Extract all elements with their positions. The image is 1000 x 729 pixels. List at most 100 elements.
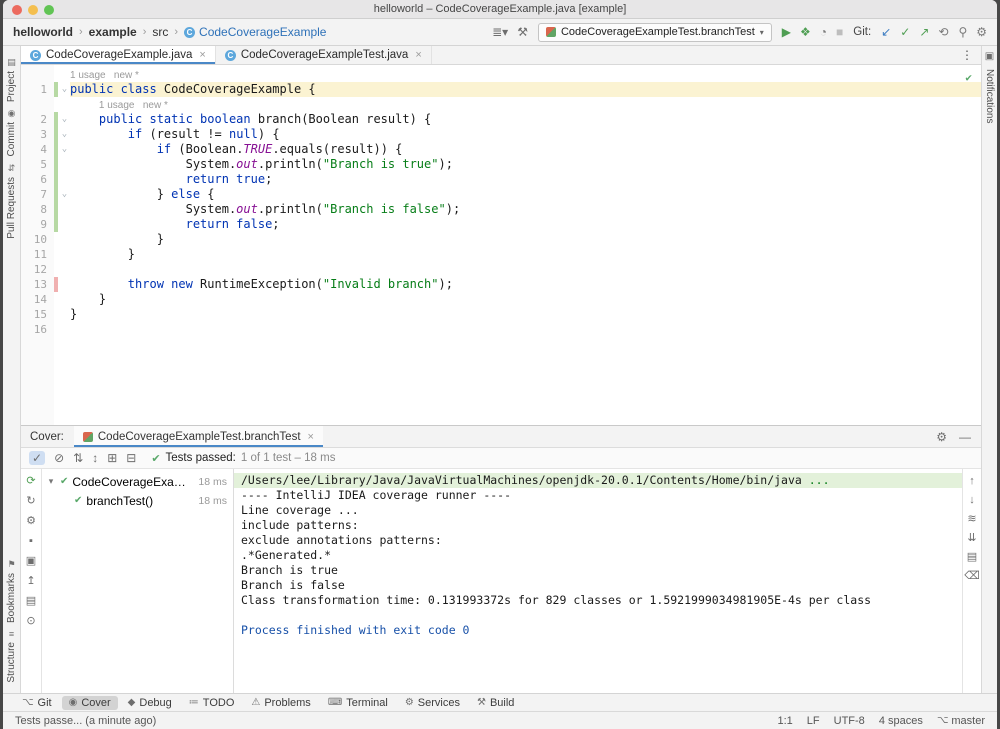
breadcrumb-item[interactable]: src (152, 25, 168, 39)
stripe-button-notifications[interactable]: Notifications (984, 69, 995, 123)
toolwindow-button-todo[interactable]: ≔TODO (182, 696, 242, 710)
editor-code-line[interactable]: 7⌄ } else { (21, 187, 981, 202)
stripe-button-bookmarks[interactable]: ⚑Bookmarks (6, 559, 17, 623)
run-configuration-select[interactable]: CodeCoverageExampleTest.branchTest ▾ (538, 23, 772, 42)
minimize-window-icon[interactable] (28, 5, 38, 15)
git-history-icon[interactable]: ⟲ (938, 26, 948, 38)
editor-inlay-row[interactable]: 1 usage new * (21, 67, 981, 82)
chevron-down-icon[interactable]: ▾ (46, 476, 56, 487)
rerun-failed-tests-icon[interactable]: ↻ (26, 496, 35, 507)
rerun-tests-icon[interactable]: ⟳ (26, 476, 35, 487)
inlay-hint[interactable]: 1 usage new * (70, 98, 168, 113)
editor-code-line[interactable]: 10 } (21, 232, 981, 247)
toolwindow-button-problems[interactable]: ⚠Problems (244, 696, 317, 710)
maximize-window-icon[interactable] (44, 5, 54, 15)
tab-options-icon[interactable]: ⋮ (953, 46, 981, 64)
editor-code-line[interactable]: 6 return true; (21, 172, 981, 187)
console-output[interactable]: /Users/lee/Library/Java/JavaVirtualMachi… (234, 469, 962, 693)
hide-panel-icon[interactable]: — (959, 431, 971, 443)
editor-code-line[interactable]: 8 System.out.println("Branch is false"); (21, 202, 981, 217)
screenshot-icon[interactable]: ▣ (26, 556, 36, 567)
editor-inlay-row[interactable]: 1 usage new * (21, 97, 981, 112)
stripe-button-structure[interactable]: ≡Structure (6, 629, 17, 683)
git-update-icon[interactable]: ↙ (881, 26, 891, 38)
test-tree-row[interactable]: ✔branchTest()18 ms (42, 491, 233, 510)
breadcrumb-item[interactable]: helloworld (13, 25, 73, 39)
inlay-hint[interactable]: 1 usage new * (70, 68, 139, 83)
editor-code-line[interactable]: 1⌄public class CodeCoverageExample { (21, 82, 981, 97)
show-passed-icon[interactable]: ✓ (29, 451, 45, 465)
fold-icon[interactable]: ⌄ (59, 112, 70, 127)
stripe-button-commit[interactable]: ◉Commit (6, 108, 17, 156)
toolwindow-button-cover[interactable]: ◉Cover (62, 696, 118, 710)
close-window-icon[interactable] (12, 5, 22, 15)
stop-icon[interactable]: ■ (836, 26, 843, 38)
fold-icon[interactable]: ⌄ (59, 82, 70, 97)
sort-by-duration-icon[interactable]: ↕ (92, 452, 98, 464)
stop-process-icon[interactable]: ▪ (29, 536, 33, 547)
editor-code-line[interactable]: 16 (21, 322, 981, 337)
stripe-button-pull-requests[interactable]: ⇵Pull Requests (6, 163, 17, 239)
navbar-menu-icon[interactable]: ≣▾ (492, 26, 508, 38)
collapse-all-icon[interactable]: ⊟ (126, 452, 136, 464)
settings-gear-icon[interactable]: ⚙ (976, 26, 987, 38)
clear-console-icon[interactable]: ⌫ (964, 571, 980, 582)
expand-command-line-link[interactable]: ... (809, 473, 830, 487)
fold-icon[interactable]: ⌄ (59, 187, 70, 202)
soft-wrap-icon[interactable]: ≋ (967, 514, 976, 525)
run-with-coverage-icon[interactable]: ❖ (800, 26, 811, 38)
toolwindow-button-terminal[interactable]: ⌨Terminal (321, 696, 395, 710)
close-icon[interactable]: × (415, 49, 421, 61)
settings-gear-icon[interactable]: ⚙ (936, 431, 947, 443)
run-icon[interactable]: ▶ (782, 26, 791, 38)
close-icon[interactable]: × (308, 431, 314, 443)
status-progress-text[interactable]: Tests passe... (a minute ago) (15, 715, 156, 727)
editor-code-line[interactable]: 9 return false; (21, 217, 981, 232)
editor-code-line[interactable]: 2⌄ public static boolean branch(Boolean … (21, 112, 981, 127)
sort-alphabetically-icon[interactable]: ⇅ (73, 452, 83, 464)
editor-code-line[interactable]: 4⌄ if (Boolean.TRUE.equals(result)) { (21, 142, 981, 157)
toolwindow-button-git[interactable]: ⌥Git (15, 696, 59, 710)
stripe-button-project[interactable]: ▤Project (6, 57, 17, 102)
breadcrumb-item[interactable]: example (89, 25, 137, 39)
pin-tab-icon[interactable]: ⊙ (26, 616, 35, 627)
git-push-icon[interactable]: ↗ (919, 26, 929, 38)
test-tree-row[interactable]: ▾✔CodeCoverageExampleTest18 ms (42, 472, 233, 491)
editor-tab[interactable]: CCodeCoverageExampleTest.java× (216, 46, 432, 64)
test-settings-icon[interactable]: ⚙ (26, 516, 36, 527)
editor-code-line[interactable]: 13 throw new RuntimeException("Invalid b… (21, 277, 981, 292)
build-hammer-icon[interactable]: ⚒ (517, 26, 528, 38)
code-editor[interactable]: 1 usage new *1⌄public class CodeCoverage… (21, 65, 981, 425)
git-commit-icon[interactable]: ✓ (900, 26, 910, 38)
cover-tab[interactable]: CodeCoverageExampleTest.branchTest × (74, 426, 323, 447)
toolwindow-button-build[interactable]: ⚒Build (470, 696, 521, 710)
breadcrumb-item[interactable]: CCodeCoverageExample (184, 25, 326, 39)
status-1-1[interactable]: 1:1 (778, 715, 793, 727)
fold-icon[interactable]: ⌄ (59, 142, 70, 157)
status-4-spaces[interactable]: 4 spaces (879, 715, 923, 727)
editor-tab[interactable]: CCodeCoverageExample.java× (21, 46, 216, 64)
editor-code-line[interactable]: 5 System.out.println("Branch is true"); (21, 157, 981, 172)
status-utf-8[interactable]: UTF-8 (834, 715, 865, 727)
editor-code-line[interactable]: 15} (21, 307, 981, 322)
editor-code-line[interactable]: 12 (21, 262, 981, 277)
editor-code-line[interactable]: 14 } (21, 292, 981, 307)
scroll-down-icon[interactable]: ↓ (969, 495, 975, 506)
test-history-icon[interactable]: ▤ (26, 596, 36, 607)
status-lf[interactable]: LF (807, 715, 820, 727)
inspections-ok-icon[interactable]: ✔ (965, 71, 972, 84)
fold-icon[interactable]: ⌄ (59, 127, 70, 142)
profiler-icon[interactable]: ◔ (820, 26, 827, 38)
toolwindow-button-debug[interactable]: ◆Debug (121, 696, 179, 710)
notifications-icon[interactable]: ▣ (985, 52, 994, 62)
scroll-up-icon[interactable]: ↑ (969, 476, 975, 487)
show-ignored-icon[interactable]: ⊘ (54, 452, 64, 464)
expand-all-icon[interactable]: ⊞ (107, 452, 117, 464)
print-icon[interactable]: ▤ (967, 552, 977, 563)
editor-code-line[interactable]: 11 } (21, 247, 981, 262)
import-test-results-icon[interactable]: ↥ (26, 576, 35, 587)
scroll-to-end-icon[interactable]: ⇊ (967, 533, 976, 544)
editor-code-line[interactable]: 3⌄ if (result != null) { (21, 127, 981, 142)
search-icon[interactable]: ⚲ (958, 26, 967, 38)
close-icon[interactable]: × (199, 49, 205, 61)
